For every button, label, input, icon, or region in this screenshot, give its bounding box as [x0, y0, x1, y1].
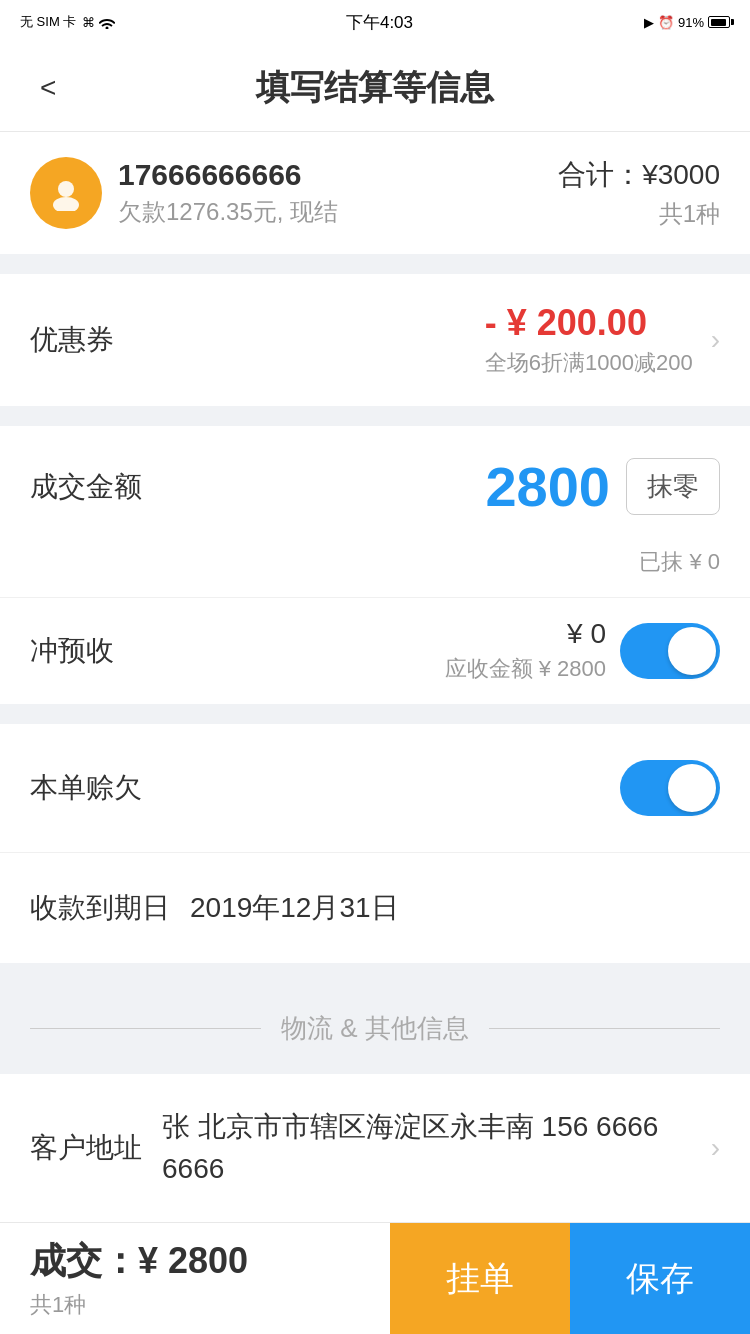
content: 17666666666 欠款1276.35元, 现结 合计：¥3000 共1种 …: [0, 132, 750, 1334]
amount-row: 成交金额 2800 抹零: [0, 426, 750, 547]
logistics-line-left: [30, 1028, 261, 1029]
toggle-knob: [668, 627, 716, 675]
prepayment-val-area: ¥ 0 应收金额 ¥ 2800: [445, 618, 606, 684]
amount-label: 成交金额: [30, 468, 142, 506]
footer-total: 成交：¥ 2800: [30, 1237, 360, 1286]
amount-value: 2800: [485, 454, 610, 519]
customer-info: 17666666666 欠款1276.35元, 现结: [118, 158, 338, 228]
debit-label: 本单赊欠: [30, 769, 142, 807]
amount-sub: 已抹 ¥ 0: [0, 547, 750, 597]
prepayment-toggle[interactable]: [620, 623, 720, 679]
prepayment-value: ¥ 0: [445, 618, 606, 650]
due-date-value: 2019年12月31日: [190, 889, 399, 927]
coupon-label: 优惠券: [30, 321, 114, 359]
footer-count: 共1种: [30, 1290, 360, 1320]
nav-bar: < 填写结算等信息: [0, 44, 750, 132]
status-left: 无 SIM 卡 ⌘: [20, 13, 115, 31]
round-button[interactable]: 抹零: [626, 458, 720, 515]
divider-3: [0, 704, 750, 724]
prepayment-sub: 应收金额 ¥ 2800: [445, 654, 606, 684]
status-right: ▶ ⏰ 91%: [644, 15, 730, 30]
footer-transaction-label: 成交：: [30, 1240, 138, 1281]
address-value: 张 北京市市辖区海淀区永丰南 156 6666 6666: [162, 1106, 701, 1190]
divider-2: [0, 406, 750, 426]
customer-phone: 17666666666: [118, 158, 338, 192]
alarm-icon: ⏰: [658, 15, 674, 30]
prepayment-label: 冲预收: [30, 632, 114, 670]
page-title: 填写结算等信息: [256, 65, 494, 111]
customer-count: 共1种: [558, 198, 720, 230]
wifi-icon: ⌘: [82, 15, 115, 30]
due-date-label: 收款到期日: [30, 889, 170, 927]
customer-total: 合计：¥3000: [558, 156, 720, 194]
customer-summary: 合计：¥3000 共1种: [558, 156, 720, 230]
address-row[interactable]: 客户地址 张 北京市市辖区海淀区永丰南 156 6666 6666 ›: [0, 1074, 750, 1222]
coupon-chevron-icon: ›: [711, 324, 720, 356]
amount-right: 2800 抹零: [485, 454, 720, 519]
carrier-label: 无 SIM 卡: [20, 13, 76, 31]
due-date-row: 收款到期日 2019年12月31日: [0, 853, 750, 963]
debit-toggle-knob: [668, 764, 716, 812]
battery-icon: [708, 16, 730, 28]
back-button[interactable]: <: [30, 62, 66, 114]
logistics-label: 物流 & 其他信息: [281, 1011, 469, 1046]
logistics-line-right: [489, 1028, 720, 1029]
prepayment-row: 冲预收 ¥ 0 应收金额 ¥ 2800: [0, 597, 750, 704]
coupon-right: - ¥ 200.00 全场6折满1000减200 ›: [485, 302, 720, 378]
debit-toggle[interactable]: [620, 760, 720, 816]
customer-row: 17666666666 欠款1276.35元, 现结 合计：¥3000 共1种: [0, 132, 750, 254]
coupon-row[interactable]: 优惠券 - ¥ 200.00 全场6折满1000减200 ›: [0, 274, 750, 406]
divider-1: [0, 254, 750, 274]
customer-left: 17666666666 欠款1276.35元, 现结: [30, 157, 338, 229]
footer: 成交：¥ 2800 共1种 挂单 保存: [0, 1222, 750, 1334]
status-time: 下午4:03: [346, 11, 413, 34]
coupon-amount: - ¥ 200.00: [485, 302, 693, 344]
hang-button[interactable]: 挂单: [390, 1223, 570, 1335]
save-button[interactable]: 保存: [570, 1223, 750, 1335]
coupon-desc: 全场6折满1000减200: [485, 348, 693, 378]
svg-point-1: [53, 197, 79, 211]
footer-transaction-value: ¥ 2800: [138, 1240, 248, 1281]
logistics-header: 物流 & 其他信息: [0, 983, 750, 1074]
amount-section: 成交金额 2800 抹零 已抹 ¥ 0: [0, 426, 750, 597]
svg-point-0: [58, 181, 74, 197]
gps-icon: ▶: [644, 15, 654, 30]
prepayment-right: ¥ 0 应收金额 ¥ 2800: [445, 618, 720, 684]
status-bar: 无 SIM 卡 ⌘ 下午4:03 ▶ ⏰ 91%: [0, 0, 750, 44]
address-label: 客户地址: [30, 1129, 142, 1167]
customer-sub: 欠款1276.35元, 现结: [118, 196, 338, 228]
avatar: [30, 157, 102, 229]
footer-info: 成交：¥ 2800 共1种: [0, 1237, 390, 1320]
divider-4: [0, 963, 750, 983]
address-chevron-icon: ›: [711, 1132, 720, 1164]
battery-label: 91%: [678, 15, 704, 30]
debit-row: 本单赊欠: [0, 724, 750, 852]
